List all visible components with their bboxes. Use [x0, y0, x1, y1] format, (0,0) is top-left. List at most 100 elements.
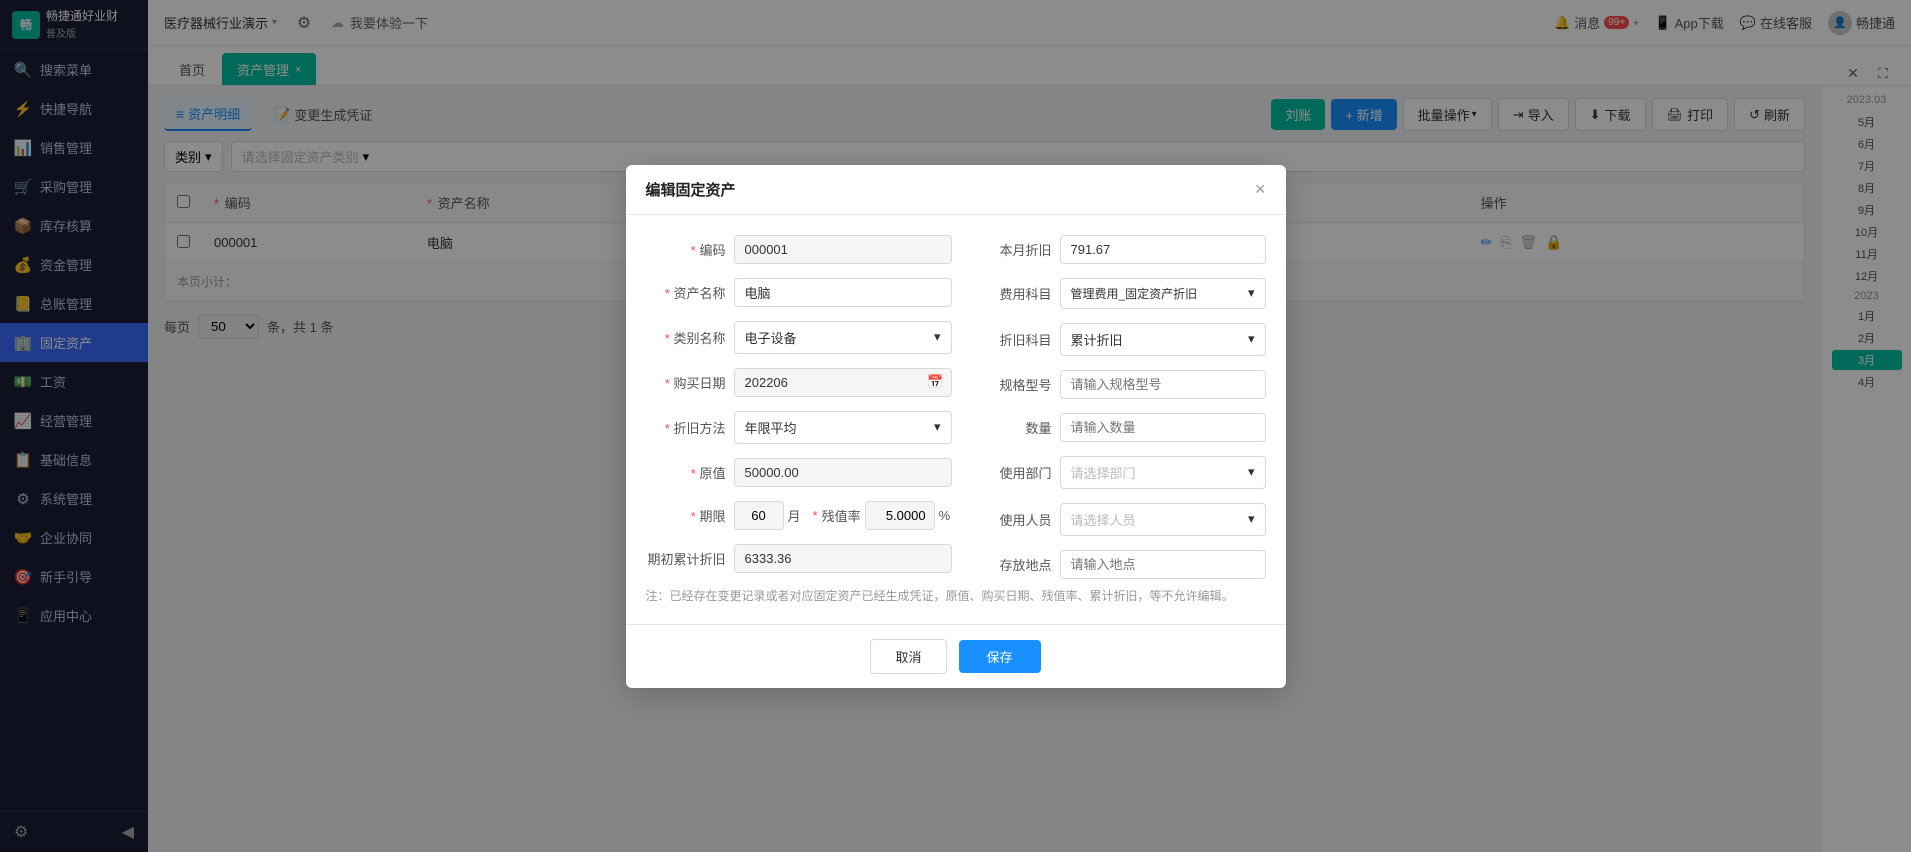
code-label-text: 编码 [699, 243, 725, 258]
quantity-input[interactable] [1060, 413, 1266, 442]
modal-footer: 取消 保存 [626, 624, 1286, 688]
user-arrow: ▾ [1248, 511, 1255, 527]
form-row-period: * 期限 月 * 残值率 % [646, 501, 952, 530]
purchase-date-label-text: 购买日期 [673, 376, 725, 391]
modal-header: 编辑固定资产 × [626, 165, 1286, 215]
location-label: 存放地点 [972, 555, 1052, 574]
purchase-date-input[interactable] [734, 368, 952, 397]
department-placeholder: 请选择部门 [1071, 463, 1136, 482]
expense-subject-value: 管理费用_固定资产折旧 [1071, 285, 1198, 302]
user-label-modal: 使用人员 [972, 510, 1052, 529]
category-select-arrow: ▾ [934, 329, 941, 345]
form-left: * 编码 * 资产名称 * [646, 235, 952, 579]
form-row-department: 使用部门 请选择部门 ▾ [972, 456, 1266, 489]
location-label-text: 存放地点 [999, 558, 1051, 573]
form-row-depreciation-subject: 折旧科目 累计折旧 ▾ [972, 323, 1266, 356]
spec-model-label: 规格型号 [972, 375, 1052, 394]
user-select[interactable]: 请选择人员 ▾ [1060, 503, 1266, 536]
form-row-spec-model: 规格型号 [972, 370, 1266, 399]
period-label: * 期限 [646, 506, 726, 525]
user-placeholder: 请选择人员 [1071, 510, 1136, 529]
expense-subject-select[interactable]: 管理费用_固定资产折旧 ▾ [1060, 278, 1266, 309]
location-input[interactable] [1060, 550, 1266, 579]
monthly-dep-label: 本月折旧 [972, 240, 1052, 259]
spec-model-input[interactable] [1060, 370, 1266, 399]
original-value-input[interactable] [734, 458, 952, 487]
save-button[interactable]: 保存 [959, 640, 1041, 673]
purchase-date-label: * 购买日期 [646, 373, 726, 392]
residual-star: * [813, 508, 818, 523]
depreciation-method-value: 年限平均 [745, 418, 797, 437]
modal-title: 编辑固定资产 [646, 179, 736, 200]
monthly-dep-label-text: 本月折旧 [999, 243, 1051, 258]
residual-rate-label: 残值率 [822, 506, 861, 525]
form-row-quantity: 数量 [972, 413, 1266, 442]
form-row-code: * 编码 [646, 235, 952, 264]
expense-subject-label-text: 费用科目 [999, 287, 1051, 302]
form-row-accumulated-depreciation: 期初累计折旧 [646, 544, 952, 573]
depreciation-method-select[interactable]: 年限平均 ▾ [734, 411, 952, 444]
period-input[interactable] [734, 501, 784, 530]
form-row-purchase-date: * 购买日期 📅 [646, 368, 952, 397]
monthly-dep-input[interactable] [1060, 235, 1266, 264]
form-row-depreciation-method: * 折旧方法 年限平均 ▾ [646, 411, 952, 444]
original-value-label: * 原值 [646, 463, 726, 482]
depreciation-method-label: * 折旧方法 [646, 418, 726, 437]
code-input[interactable] [734, 235, 952, 264]
depreciation-method-label-text: 折旧方法 [673, 421, 725, 436]
accumulated-label-text: 期初累计折旧 [647, 552, 725, 567]
form-row-category: * 类别名称 电子设备 ▾ [646, 321, 952, 354]
name-star: * [665, 286, 670, 301]
residual-rate-input[interactable] [865, 501, 935, 530]
department-label: 使用部门 [972, 463, 1052, 482]
category-select-value: 电子设备 [745, 328, 797, 347]
form-grid: * 编码 * 资产名称 * [646, 235, 1266, 579]
depreciation-subject-value: 累计折旧 [1071, 330, 1123, 349]
form-row-user: 使用人员 请选择人员 ▾ [972, 503, 1266, 536]
category-label-text: 类别名称 [673, 331, 725, 346]
modal-note: 注：已经存在变更记录或者对应固定资产已经生成凭证，原值、购买日期、残值率、累计折… [646, 579, 1266, 604]
expense-subject-arrow: ▾ [1248, 285, 1255, 301]
cancel-button[interactable]: 取消 [870, 639, 946, 674]
date-star: * [665, 376, 670, 391]
period-star: * [691, 509, 696, 524]
form-row-original-value: * 原值 [646, 458, 952, 487]
code-star: * [691, 243, 696, 258]
department-label-text: 使用部门 [999, 466, 1051, 481]
depreciation-subject-select[interactable]: 累计折旧 ▾ [1060, 323, 1266, 356]
user-label-text: 使用人员 [999, 513, 1051, 528]
accumulated-input[interactable] [734, 544, 952, 573]
code-label: * 编码 [646, 240, 726, 259]
ov-star: * [691, 466, 696, 481]
modal-close-btn[interactable]: × [1255, 179, 1266, 200]
category-label-modal: * 类别名称 [646, 328, 726, 347]
form-row-monthly-depreciation: 本月折旧 [972, 235, 1266, 264]
calendar-icon[interactable]: 📅 [927, 374, 943, 390]
dep-subject-arrow: ▾ [1248, 331, 1255, 347]
period-row: 月 * 残值率 % [734, 501, 952, 530]
expense-subject-label: 费用科目 [972, 284, 1052, 303]
quantity-label-text: 数量 [1025, 421, 1051, 436]
department-arrow: ▾ [1248, 464, 1255, 480]
original-value-label-text: 原值 [699, 466, 725, 481]
form-right: 本月折旧 费用科目 管理费用_固定资产折旧 ▾ [972, 235, 1266, 579]
modal-body: * 编码 * 资产名称 * [626, 215, 1286, 624]
method-star: * [665, 421, 670, 436]
department-select[interactable]: 请选择部门 ▾ [1060, 456, 1266, 489]
residual-rate-unit: % [939, 508, 951, 523]
quantity-label: 数量 [972, 418, 1052, 437]
cat-star: * [665, 331, 670, 346]
name-label: * 资产名称 [646, 283, 726, 302]
name-input[interactable] [734, 278, 952, 307]
spec-model-label-text: 规格型号 [999, 378, 1051, 393]
accumulated-label: 期初累计折旧 [646, 549, 726, 568]
depreciation-subject-label: 折旧科目 [972, 330, 1052, 349]
edit-asset-modal: 编辑固定资产 × * 编码 * [626, 165, 1286, 688]
name-label-text: 资产名称 [673, 286, 725, 301]
form-row-name: * 资产名称 [646, 278, 952, 307]
category-select[interactable]: 电子设备 ▾ [734, 321, 952, 354]
period-unit: 月 [788, 506, 801, 525]
purchase-date-field: 📅 [734, 368, 952, 397]
modal-overlay[interactable]: 编辑固定资产 × * 编码 * [0, 0, 1911, 852]
period-label-text: 期限 [699, 509, 725, 524]
